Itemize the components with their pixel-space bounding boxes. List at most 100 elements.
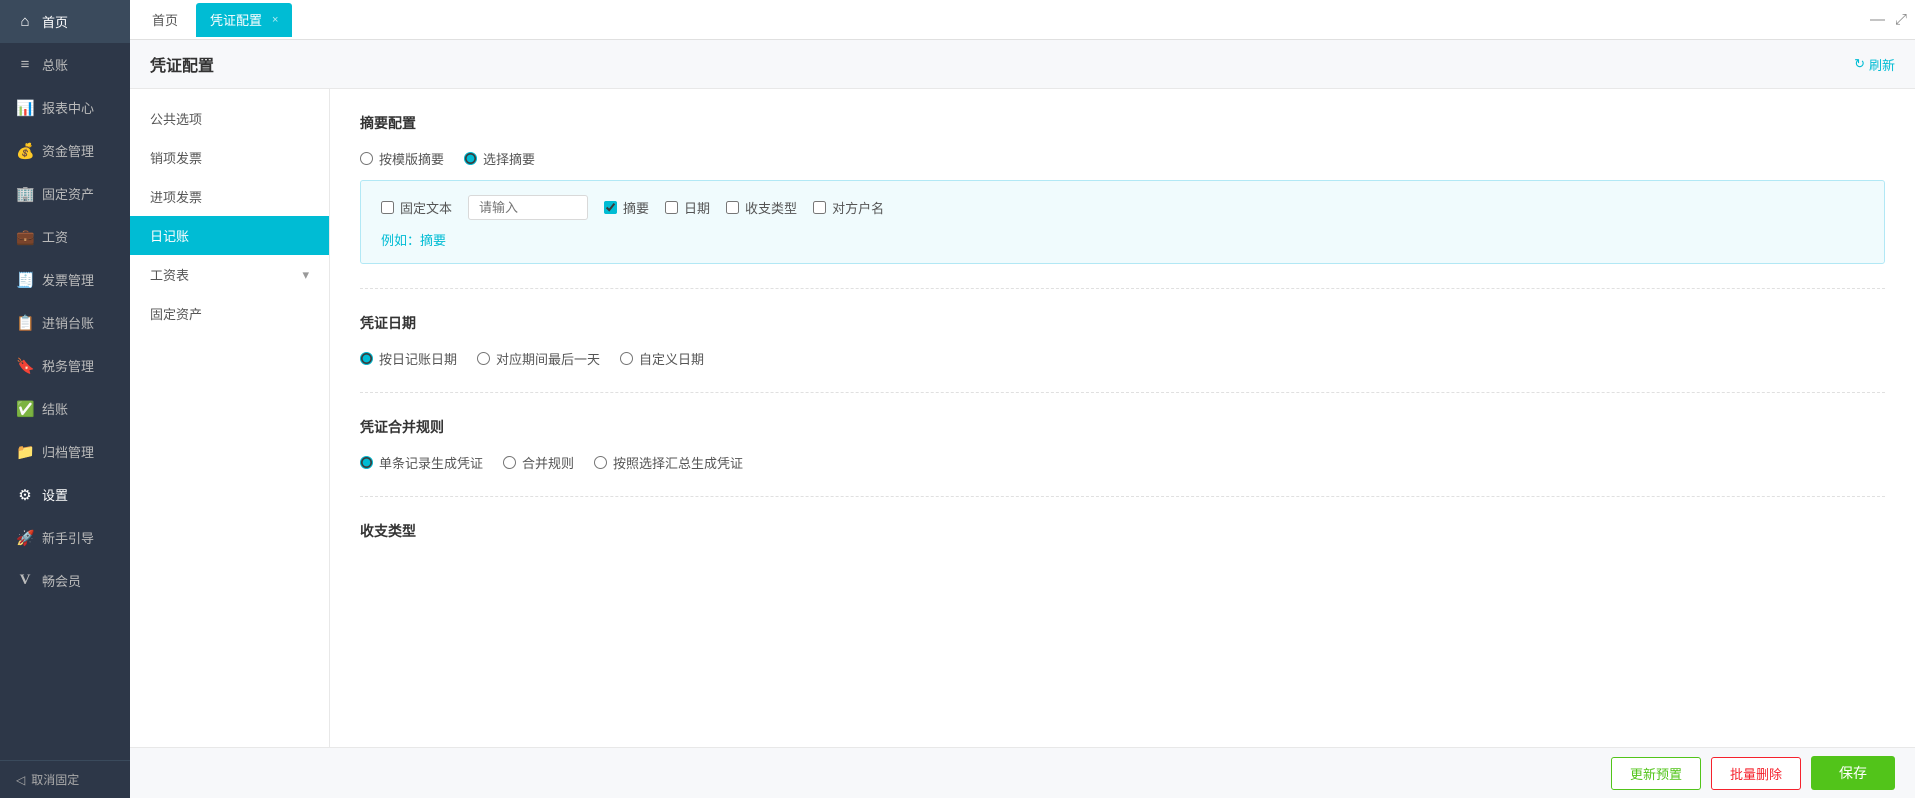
- merge-section: 凭证合并规则 单条记录生成凭证 合并规则 按照选择汇总生成凭证: [360, 417, 1885, 497]
- sidebar-item-member[interactable]: V 畅会员: [0, 559, 130, 602]
- income-type-cb-label: 收支类型: [745, 198, 797, 217]
- ledger-icon: ≡: [16, 56, 34, 73]
- merge-option-single[interactable]: 单条记录生成凭证: [360, 453, 483, 472]
- date-checkbox[interactable]: [665, 201, 678, 214]
- summary-checkbox[interactable]: [604, 201, 617, 214]
- page-header: 凭证配置 ↻ 刷新: [130, 40, 1915, 89]
- update-preview-button[interactable]: 更新预置: [1611, 757, 1701, 790]
- tab-close-icon[interactable]: ×: [272, 14, 278, 26]
- date-checkbox-label[interactable]: 日期: [665, 198, 710, 217]
- settings-icon: ⚙: [16, 486, 34, 504]
- purchase-icon: 📋: [16, 314, 34, 332]
- maximize-icon[interactable]: ⤢: [1895, 11, 1907, 28]
- sidebar-item-payroll[interactable]: 💼 工资: [0, 215, 130, 258]
- merge-title: 凭证合并规则: [360, 417, 1885, 437]
- summary-config-box: 固定文本 摘要 日期: [360, 180, 1885, 264]
- nav-item-public[interactable]: 公共选项: [130, 99, 329, 138]
- report-icon: 📊: [16, 99, 34, 117]
- tab-active-label: 凭证配置: [210, 10, 262, 29]
- sidebar-pin-toggle[interactable]: ◁ 取消固定: [0, 760, 130, 798]
- summary-radio-template[interactable]: [360, 152, 373, 165]
- fixed-text-label: 固定文本: [400, 198, 452, 217]
- merge-radio-rule[interactable]: [503, 456, 516, 469]
- nav-item-purchase-invoice[interactable]: 进项发票: [130, 177, 329, 216]
- merge-radio-single[interactable]: [360, 456, 373, 469]
- income-type-checkbox-label[interactable]: 收支类型: [726, 198, 797, 217]
- sidebar-item-tax[interactable]: 🔖 税务管理: [0, 344, 130, 387]
- page-title: 凭证配置: [150, 52, 214, 76]
- date-option-custom[interactable]: 自定义日期: [620, 349, 704, 368]
- counterpart-checkbox[interactable]: [813, 201, 826, 214]
- content-area: 公共选项 销项发票 进项发票 日记账 工资表 ▾ 固定资产: [130, 89, 1915, 747]
- funds-icon: 💰: [16, 142, 34, 160]
- window-controls: — ⤢: [1870, 11, 1907, 28]
- date-option-last-day[interactable]: 对应期间最后一天: [477, 349, 600, 368]
- nav-item-payroll-table[interactable]: 工资表 ▾: [130, 255, 329, 294]
- fixed-text-input[interactable]: [468, 195, 588, 220]
- nav-item-fixed-assets[interactable]: 固定资产: [130, 294, 329, 333]
- sidebar-item-archive[interactable]: 📁 归档管理: [0, 430, 130, 473]
- minimize-icon[interactable]: —: [1870, 11, 1885, 28]
- sidebar-label-settings: 设置: [42, 485, 68, 504]
- summary-template-label: 按模版摘要: [379, 149, 444, 168]
- pin-icon: ◁: [16, 773, 25, 787]
- sidebar-label-report: 报表中心: [42, 98, 94, 117]
- counterpart-checkbox-label[interactable]: 对方户名: [813, 198, 884, 217]
- invoice-icon: 🧾: [16, 271, 34, 289]
- date-radio-journal[interactable]: [360, 352, 373, 365]
- pin-label: 取消固定: [31, 771, 79, 788]
- date-cb-label: 日期: [684, 198, 710, 217]
- home-icon: ⌂: [16, 13, 34, 30]
- income-type-title: 收支类型: [360, 521, 1885, 541]
- tax-icon: 🔖: [16, 357, 34, 375]
- sidebar: ⌂ 首页 ≡ 总账 📊 报表中心 💰 资金管理 🏢 固定资产 💼 工资 🧾 发票…: [0, 0, 130, 798]
- checkout-icon: ✅: [16, 400, 34, 418]
- date-title: 凭证日期: [360, 313, 1885, 333]
- sidebar-item-ledger[interactable]: ≡ 总账: [0, 43, 130, 86]
- sidebar-item-checkout[interactable]: ✅ 结账: [0, 387, 130, 430]
- nav-item-sales-invoice[interactable]: 销项发票: [130, 138, 329, 177]
- summary-checkbox-label[interactable]: 摘要: [604, 198, 649, 217]
- sidebar-item-home[interactable]: ⌂ 首页: [0, 0, 130, 43]
- fixed-text-checkbox-label[interactable]: 固定文本: [381, 198, 452, 217]
- date-radio-last[interactable]: [477, 352, 490, 365]
- tab-home-label: 首页: [152, 10, 178, 29]
- payroll-icon: 💼: [16, 228, 34, 246]
- sidebar-label-assets: 固定资产: [42, 184, 94, 203]
- sidebar-label-member: 畅会员: [42, 571, 81, 590]
- merge-radio-selection[interactable]: [594, 456, 607, 469]
- income-type-checkbox[interactable]: [726, 201, 739, 214]
- tab-voucher-config[interactable]: 凭证配置 ×: [196, 3, 292, 37]
- summary-title: 摘要配置: [360, 113, 1885, 133]
- fixed-text-checkbox[interactable]: [381, 201, 394, 214]
- sidebar-item-invoice[interactable]: 🧾 发票管理: [0, 258, 130, 301]
- example-value: 摘要: [420, 233, 446, 248]
- sidebar-item-assets[interactable]: 🏢 固定资产: [0, 172, 130, 215]
- refresh-label: 刷新: [1869, 55, 1895, 74]
- save-button[interactable]: 保存: [1811, 756, 1895, 790]
- sidebar-label-payroll: 工资: [42, 227, 68, 246]
- batch-delete-button[interactable]: 批量删除: [1711, 757, 1801, 790]
- summary-option-template[interactable]: 按模版摘要: [360, 149, 444, 168]
- date-option-journal[interactable]: 按日记账日期: [360, 349, 457, 368]
- date-radio-custom[interactable]: [620, 352, 633, 365]
- merge-option-rule[interactable]: 合并规则: [503, 453, 574, 472]
- nav-item-journal[interactable]: 日记账: [130, 216, 329, 255]
- sidebar-label-tax: 税务管理: [42, 356, 94, 375]
- sidebar-label-invoice: 发票管理: [42, 270, 94, 289]
- sidebar-label-purchase: 进销台账: [42, 313, 94, 332]
- summary-radio-select[interactable]: [464, 152, 477, 165]
- tab-home[interactable]: 首页: [138, 3, 192, 37]
- sidebar-item-report[interactable]: 📊 报表中心: [0, 86, 130, 129]
- date-radio-group: 按日记账日期 对应期间最后一天 自定义日期: [360, 349, 1885, 368]
- sidebar-item-guide[interactable]: 🚀 新手引导: [0, 516, 130, 559]
- summary-section: 摘要配置 按模版摘要 选择摘要: [360, 113, 1885, 289]
- sidebar-item-settings[interactable]: ⚙ 设置: [0, 473, 130, 516]
- refresh-button[interactable]: ↻ 刷新: [1854, 55, 1895, 74]
- right-content: 摘要配置 按模版摘要 选择摘要: [330, 89, 1915, 747]
- summary-option-select[interactable]: 选择摘要: [464, 149, 535, 168]
- sidebar-item-funds[interactable]: 💰 资金管理: [0, 129, 130, 172]
- merge-option-selection[interactable]: 按照选择汇总生成凭证: [594, 453, 743, 472]
- guide-icon: 🚀: [16, 529, 34, 547]
- sidebar-item-purchase[interactable]: 📋 进销台账: [0, 301, 130, 344]
